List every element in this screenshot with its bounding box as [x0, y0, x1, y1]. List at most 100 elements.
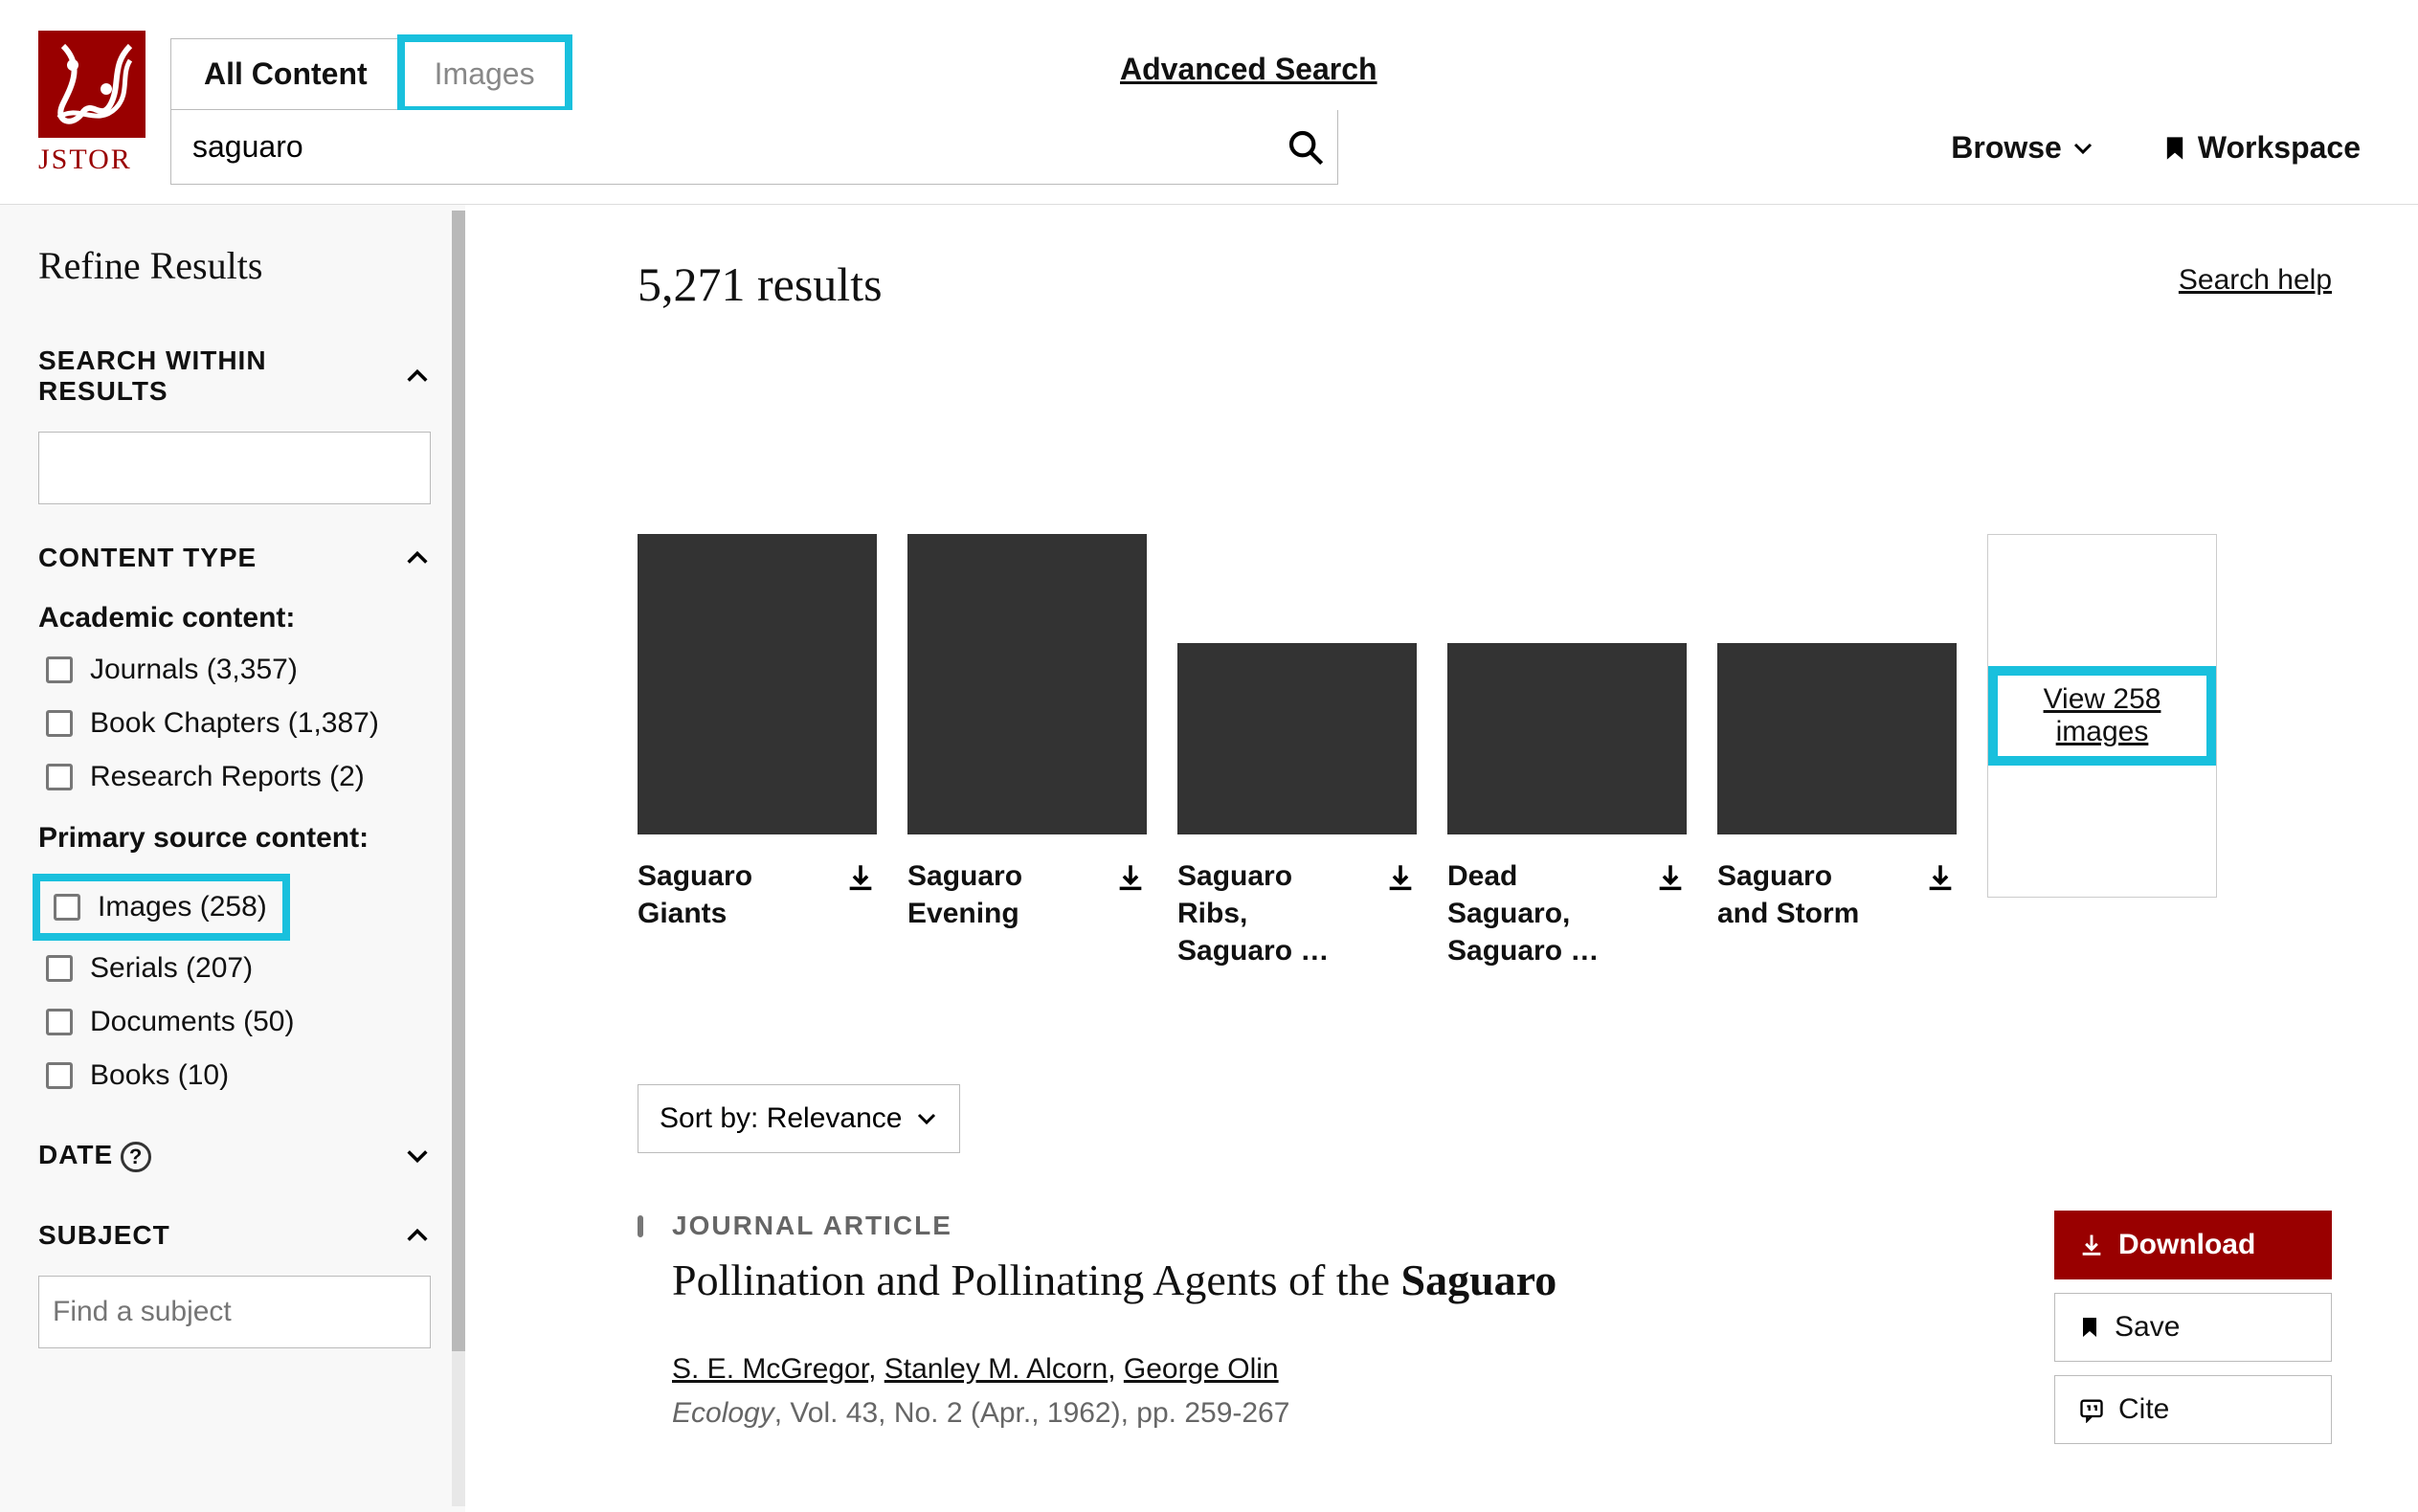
result-checkbox[interactable] [638, 1218, 643, 1457]
download-icon[interactable] [1654, 861, 1687, 894]
workspace-link[interactable]: Workspace [2161, 130, 2361, 166]
image-strip: Saguaro Giants Saguaro Evening Saguaro R… [638, 534, 2332, 969]
image-card[interactable]: Saguaro Giants [638, 534, 877, 932]
sort-bar: Sort by: Relevance [638, 1084, 2332, 1153]
tab-images[interactable]: Images [401, 38, 569, 110]
tab-all-content[interactable]: All Content [170, 38, 401, 110]
academic-header: Academic content: [38, 602, 431, 634]
checkbox[interactable] [54, 894, 80, 921]
sort-label: Sort by: Relevance [660, 1102, 902, 1135]
result-type: JOURNAL ARTICLE [672, 1211, 2016, 1241]
body: Refine Results SEARCH WITHIN RESULTS CON… [0, 205, 2418, 1512]
view-more-card: View 258 images [1987, 534, 2217, 898]
image-thumb[interactable] [907, 534, 1147, 834]
filter-research-reports[interactable]: Research Reports (2) [46, 761, 431, 793]
filter-journals[interactable]: Journals (3,357) [46, 654, 431, 686]
filter-label: Books (10) [90, 1059, 229, 1092]
download-icon[interactable] [1924, 861, 1957, 894]
filter-book-chapters[interactable]: Book Chapters (1,387) [46, 707, 431, 740]
search-help-link[interactable]: Search help [2179, 264, 2332, 297]
checkbox[interactable] [46, 955, 73, 982]
view-more-link[interactable]: View 258 images [2044, 683, 2161, 747]
jstor-logo-icon [44, 36, 140, 132]
cite-label: Cite [2118, 1393, 2169, 1426]
checkbox[interactable] [46, 656, 73, 683]
download-button[interactable]: Download [2054, 1211, 2332, 1279]
section-content-type[interactable]: CONTENT TYPE [38, 543, 431, 573]
search-button[interactable] [1274, 116, 1337, 179]
image-title: Dead Saguaro, Saguaro … [1447, 857, 1620, 969]
find-subject-input[interactable] [53, 1296, 422, 1328]
section-label: SUBJECT [38, 1220, 170, 1251]
result-title[interactable]: Pollination and Pollinating Agents of th… [672, 1255, 2016, 1305]
result-meta: Ecology, Vol. 43, No. 2 (Apr., 1962), pp… [672, 1397, 2016, 1430]
results-top: 5,271 results Search help [638, 256, 2332, 312]
advanced-search-link[interactable]: Advanced Search [1120, 52, 1377, 87]
image-thumb[interactable] [1447, 643, 1687, 834]
save-label: Save [2115, 1311, 2180, 1344]
author-link[interactable]: George Olin [1124, 1353, 1279, 1385]
meta-rest: , Vol. 43, No. 2 (Apr., 1962), pp. 259-2… [774, 1397, 1290, 1429]
image-card[interactable]: Saguaro Ribs, Saguaro … [1177, 534, 1417, 969]
image-card[interactable]: Saguaro and Storm [1717, 534, 1957, 932]
workspace-label: Workspace [2198, 130, 2361, 166]
sidebar-scrollbar[interactable] [452, 211, 465, 1506]
author-link[interactable]: Stanley M. Alcorn [884, 1353, 1108, 1385]
logo-text: JSTOR [38, 144, 146, 176]
scrollbar-thumb[interactable] [452, 211, 465, 1351]
search-within-input-row [38, 432, 431, 504]
section-label: SEARCH WITHIN RESULTS [38, 345, 404, 407]
result-item: JOURNAL ARTICLE Pollination and Pollinat… [638, 1211, 2332, 1457]
chevron-down-icon [404, 1143, 431, 1169]
browse-menu[interactable]: Browse [1951, 130, 2094, 166]
chevron-up-icon [404, 545, 431, 571]
title-pre: Pollination and Pollinating Agents of th… [672, 1256, 1401, 1304]
checkbox[interactable] [46, 1062, 73, 1089]
download-icon[interactable] [1384, 861, 1417, 894]
filter-documents[interactable]: Documents (50) [46, 1006, 431, 1038]
author-link[interactable]: S. E. McGregor [672, 1353, 868, 1385]
bookmark-icon [2078, 1314, 2101, 1341]
filter-images[interactable]: Images (258) [54, 891, 267, 923]
browse-label: Browse [1951, 130, 2062, 166]
checkbox[interactable] [46, 710, 73, 737]
save-button[interactable]: Save [2054, 1293, 2332, 1362]
refine-title: Refine Results [38, 243, 431, 288]
help-icon[interactable]: ? [121, 1142, 151, 1172]
search-input[interactable] [171, 110, 1274, 184]
image-thumb[interactable] [1177, 643, 1417, 834]
result-actions: Download Save Cite [2054, 1211, 2332, 1457]
download-icon[interactable] [1114, 861, 1147, 894]
download-label: Download [2118, 1229, 2255, 1261]
sort-button[interactable]: Sort by: Relevance [638, 1084, 960, 1153]
filter-label: Documents (50) [90, 1006, 294, 1038]
results-count: 5,271 results [638, 256, 883, 312]
download-icon[interactable] [844, 861, 877, 894]
main: 5,271 results Search help Saguaro Giants… [465, 205, 2418, 1512]
filter-serials[interactable]: Serials (207) [46, 952, 431, 985]
cite-button[interactable]: Cite [2054, 1375, 2332, 1444]
image-thumb[interactable] [1717, 643, 1957, 834]
image-title: Saguaro Giants [638, 857, 810, 932]
filter-label: Research Reports (2) [90, 761, 365, 793]
search-within-input[interactable] [51, 452, 420, 484]
logo[interactable]: JSTOR [38, 31, 146, 176]
result-body: JOURNAL ARTICLE Pollination and Pollinat… [672, 1211, 2016, 1457]
image-thumb[interactable] [638, 534, 877, 834]
download-icon [2078, 1232, 2105, 1258]
checkbox[interactable] [46, 764, 73, 790]
result-authors: S. E. McGregor, Stanley M. Alcorn, Georg… [672, 1353, 2016, 1386]
section-date[interactable]: DATE? [38, 1140, 431, 1172]
image-title: Saguaro Evening [907, 857, 1080, 932]
section-subject[interactable]: SUBJECT [38, 1220, 431, 1251]
image-card[interactable]: Saguaro Evening [907, 534, 1147, 932]
section-search-within[interactable]: SEARCH WITHIN RESULTS [38, 345, 431, 407]
image-card[interactable]: Dead Saguaro, Saguaro … [1447, 534, 1687, 969]
filter-label: Book Chapters (1,387) [90, 707, 379, 740]
checkbox[interactable] [46, 1009, 73, 1035]
header: JSTOR All Content Images Advanced Search… [0, 0, 2418, 205]
chevron-up-icon [404, 363, 431, 389]
filter-label: Serials (207) [90, 952, 253, 985]
filter-books[interactable]: Books (10) [46, 1059, 431, 1092]
primary-header: Primary source content: [38, 822, 431, 855]
